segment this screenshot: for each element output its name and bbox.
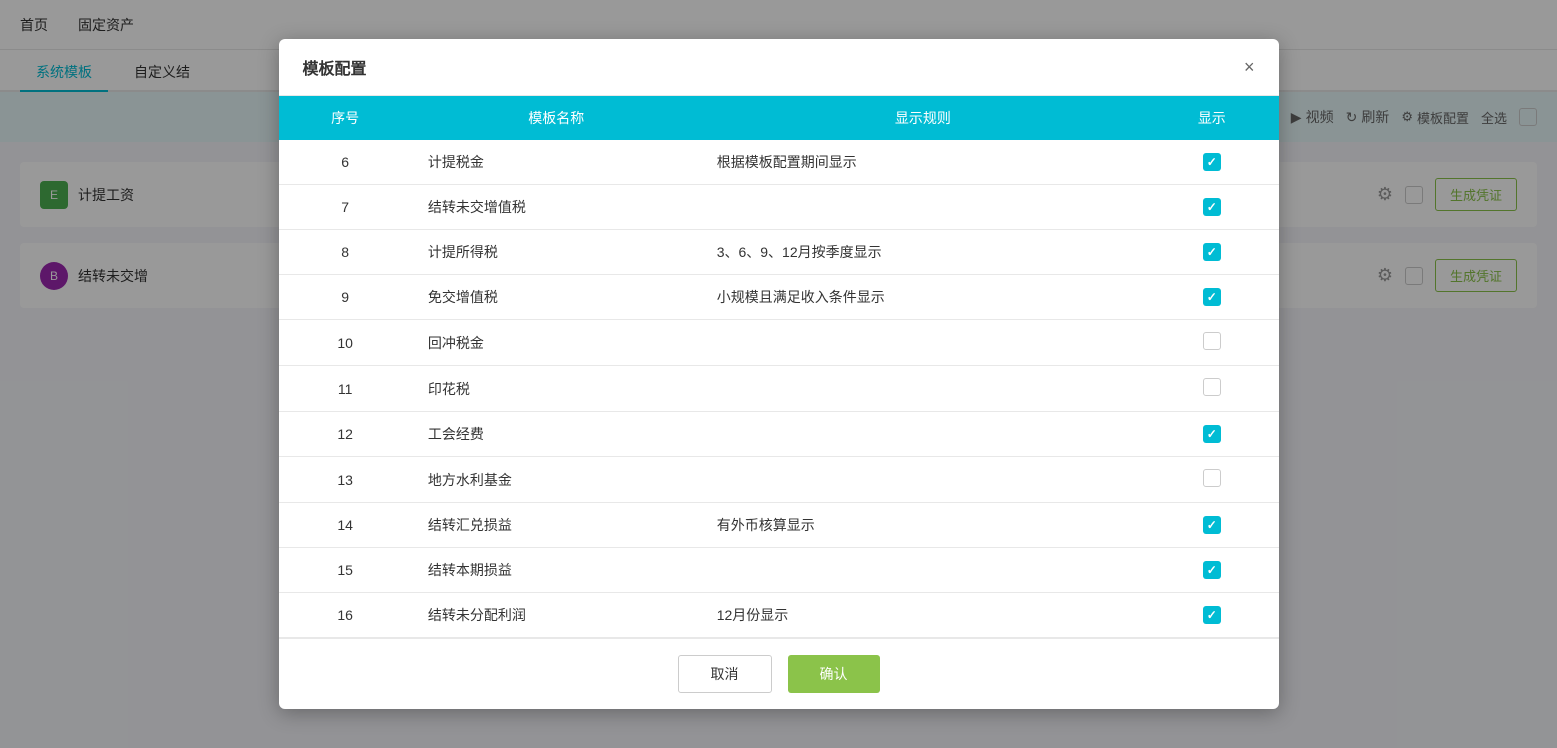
table-row: 8计提所得税3、6、9、12月按季度显示 bbox=[279, 230, 1279, 275]
td-display-toggle bbox=[1145, 366, 1278, 412]
td-template-name: 工会经费 bbox=[412, 412, 701, 457]
td-index: 11 bbox=[279, 366, 412, 412]
td-template-name: 结转未分配利润 bbox=[412, 593, 701, 638]
td-display-rule bbox=[701, 457, 1145, 503]
td-display-toggle bbox=[1145, 412, 1278, 457]
td-display-toggle bbox=[1145, 457, 1278, 503]
table-header-row: 序号 模板名称 显示规则 显示 bbox=[279, 96, 1279, 140]
modal-overlay: 模板配置 × 序号 模板名称 显示规则 显示 6计提税金根据模板配置期间显 bbox=[0, 0, 1557, 748]
th-name: 模板名称 bbox=[412, 96, 701, 140]
td-template-name: 地方水利基金 bbox=[412, 457, 701, 503]
td-display-toggle bbox=[1145, 185, 1278, 230]
config-table: 序号 模板名称 显示规则 显示 6计提税金根据模板配置期间显示7结转未交增值税8… bbox=[279, 96, 1279, 638]
td-display-rule: 根据模板配置期间显示 bbox=[701, 140, 1145, 185]
td-display-toggle bbox=[1145, 548, 1278, 593]
cancel-button[interactable]: 取消 bbox=[678, 655, 772, 693]
td-display-rule bbox=[701, 548, 1145, 593]
td-display-toggle bbox=[1145, 320, 1278, 366]
display-checkbox[interactable] bbox=[1203, 606, 1221, 624]
td-display-toggle bbox=[1145, 140, 1278, 185]
td-index: 8 bbox=[279, 230, 412, 275]
td-display-rule bbox=[701, 320, 1145, 366]
table-row: 16结转未分配利润12月份显示 bbox=[279, 593, 1279, 638]
td-display-toggle bbox=[1145, 275, 1278, 320]
td-display-toggle bbox=[1145, 230, 1278, 275]
td-display-rule: 小规模且满足收入条件显示 bbox=[701, 275, 1145, 320]
display-checkbox[interactable] bbox=[1203, 243, 1221, 261]
td-display-rule bbox=[701, 412, 1145, 457]
table-row: 9免交增值税小规模且满足收入条件显示 bbox=[279, 275, 1279, 320]
table-row: 6计提税金根据模板配置期间显示 bbox=[279, 140, 1279, 185]
td-display-toggle bbox=[1145, 503, 1278, 548]
display-checkbox[interactable] bbox=[1203, 198, 1221, 216]
table-wrapper[interactable]: 序号 模板名称 显示规则 显示 6计提税金根据模板配置期间显示7结转未交增值税8… bbox=[279, 96, 1279, 638]
td-template-name: 计提所得税 bbox=[412, 230, 701, 275]
template-config-dialog: 模板配置 × 序号 模板名称 显示规则 显示 6计提税金根据模板配置期间显 bbox=[279, 39, 1279, 709]
th-rule: 显示规则 bbox=[701, 96, 1145, 140]
display-checkbox[interactable] bbox=[1203, 332, 1221, 350]
th-index: 序号 bbox=[279, 96, 412, 140]
td-template-name: 回冲税金 bbox=[412, 320, 701, 366]
td-index: 12 bbox=[279, 412, 412, 457]
td-index: 10 bbox=[279, 320, 412, 366]
display-checkbox[interactable] bbox=[1203, 378, 1221, 396]
table-row: 14结转汇兑损益有外币核算显示 bbox=[279, 503, 1279, 548]
td-template-name: 结转本期损益 bbox=[412, 548, 701, 593]
display-checkbox[interactable] bbox=[1203, 288, 1221, 306]
td-display-rule: 3、6、9、12月按季度显示 bbox=[701, 230, 1145, 275]
td-index: 16 bbox=[279, 593, 412, 638]
display-checkbox[interactable] bbox=[1203, 516, 1221, 534]
th-display: 显示 bbox=[1145, 96, 1278, 140]
table-row: 7结转未交增值税 bbox=[279, 185, 1279, 230]
td-display-rule: 有外币核算显示 bbox=[701, 503, 1145, 548]
td-index: 15 bbox=[279, 548, 412, 593]
display-checkbox[interactable] bbox=[1203, 561, 1221, 579]
table-row: 13地方水利基金 bbox=[279, 457, 1279, 503]
display-checkbox[interactable] bbox=[1203, 425, 1221, 443]
td-display-toggle bbox=[1145, 593, 1278, 638]
td-index: 13 bbox=[279, 457, 412, 503]
display-checkbox[interactable] bbox=[1203, 469, 1221, 487]
td-index: 6 bbox=[279, 140, 412, 185]
table-row: 11印花税 bbox=[279, 366, 1279, 412]
td-display-rule bbox=[701, 366, 1145, 412]
display-checkbox[interactable] bbox=[1203, 153, 1221, 171]
table-row: 12工会经费 bbox=[279, 412, 1279, 457]
dialog-title: 模板配置 bbox=[303, 55, 367, 79]
td-template-name: 结转未交增值税 bbox=[412, 185, 701, 230]
td-template-name: 印花税 bbox=[412, 366, 701, 412]
dialog-footer: 取消 确认 bbox=[279, 638, 1279, 709]
td-template-name: 结转汇兑损益 bbox=[412, 503, 701, 548]
dialog-header: 模板配置 × bbox=[279, 39, 1279, 96]
dialog-close-button[interactable]: × bbox=[1244, 58, 1255, 76]
td-template-name: 计提税金 bbox=[412, 140, 701, 185]
dialog-body: 序号 模板名称 显示规则 显示 6计提税金根据模板配置期间显示7结转未交增值税8… bbox=[279, 96, 1279, 638]
td-display-rule: 12月份显示 bbox=[701, 593, 1145, 638]
confirm-button[interactable]: 确认 bbox=[788, 655, 880, 693]
td-display-rule bbox=[701, 185, 1145, 230]
td-index: 14 bbox=[279, 503, 412, 548]
table-row: 15结转本期损益 bbox=[279, 548, 1279, 593]
td-template-name: 免交增值税 bbox=[412, 275, 701, 320]
td-index: 7 bbox=[279, 185, 412, 230]
table-row: 10回冲税金 bbox=[279, 320, 1279, 366]
td-index: 9 bbox=[279, 275, 412, 320]
